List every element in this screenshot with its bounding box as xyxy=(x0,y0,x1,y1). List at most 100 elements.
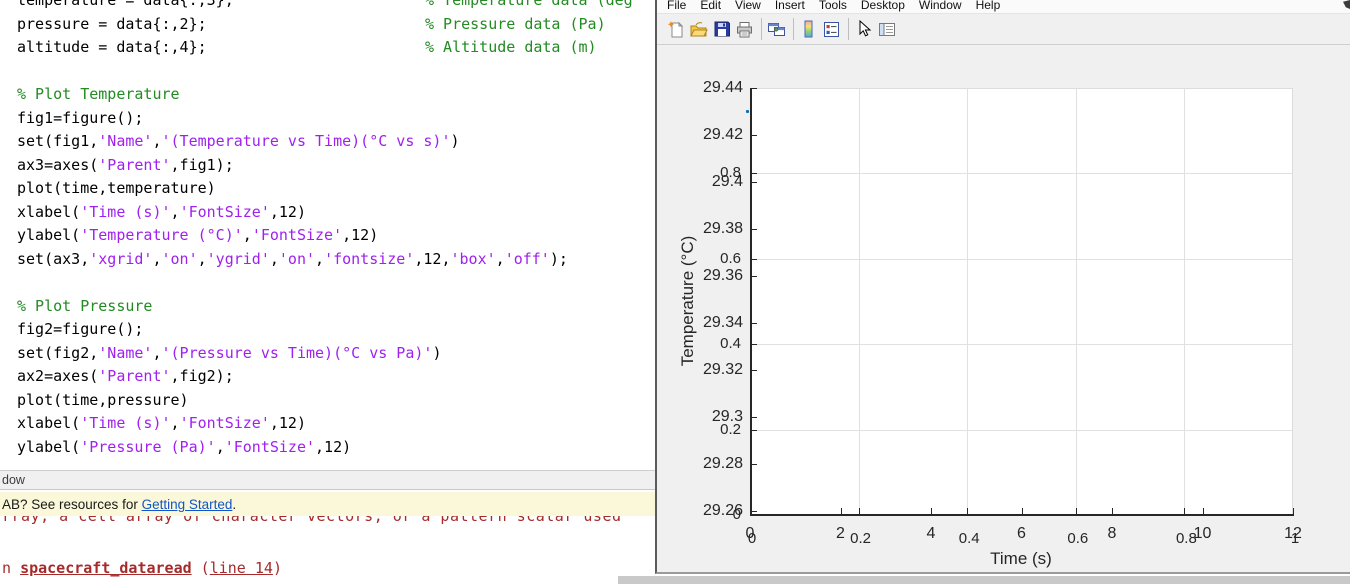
y-tickmark xyxy=(751,511,757,512)
code-token: temperature = data{:,3}; xyxy=(17,0,234,9)
gridline-horizontal xyxy=(750,173,1293,174)
code-token: 'Time (s)' xyxy=(80,203,170,221)
code-line: fig2=figure(); xyxy=(17,318,660,342)
code-line: pressure = data{:,2}; % Pressure data (Pa… xyxy=(17,13,660,37)
y-tickmark xyxy=(751,229,757,230)
code-token: , xyxy=(270,250,279,268)
editor-pane[interactable]: temperature = data{:,3}; % Temperature da… xyxy=(0,0,660,471)
code-token: 'FontSize' xyxy=(180,414,270,432)
x-overlay-tickmark xyxy=(967,508,968,514)
error-close-paren: ) xyxy=(273,559,282,577)
code-line: temperature = data{:,3}; % Temperature da… xyxy=(17,0,660,13)
code-token: plot(time,pressure) xyxy=(17,391,189,409)
x-tickmark xyxy=(1022,508,1023,514)
data-point xyxy=(746,110,749,113)
error-line-link[interactable]: line 14 xyxy=(210,559,273,577)
y-tickmark xyxy=(751,417,757,418)
code-token: ,12) xyxy=(315,438,351,456)
code-token: , xyxy=(152,132,161,150)
code-token: ax2=axes( xyxy=(17,367,98,385)
code-token: , xyxy=(216,438,225,456)
code-line: ax3=axes('Parent',fig1); xyxy=(17,154,660,178)
banner-period: . xyxy=(232,497,236,512)
code-comment: % Altitude data (m) xyxy=(425,36,597,60)
error-open-paren: ( xyxy=(192,559,210,577)
y-tickmark xyxy=(751,276,757,277)
code-token: 'Parent' xyxy=(98,156,170,174)
code-token: % Plot Temperature xyxy=(17,85,180,103)
error-prefix: n xyxy=(2,559,20,577)
code-line xyxy=(17,271,660,295)
code-token: set(fig1, xyxy=(17,132,98,150)
command-window-title-fragment: dow xyxy=(2,473,25,487)
error-fragment-text: rray, a cell array of character vectors,… xyxy=(2,516,622,525)
plot-area: Temperature (°C) Time (s) 02468101200.20… xyxy=(657,0,1350,572)
y-overlay-tick-label: 0.8 xyxy=(681,165,741,181)
figure-window: FileEditViewInsertToolsDesktopWindowHelp xyxy=(655,0,1350,574)
y-overlay-tick-label: 0.4 xyxy=(681,336,741,352)
x-overlay-tickmark xyxy=(1184,508,1185,514)
y-tickmark xyxy=(751,370,757,371)
x-overlay-tick-label: 0.8 xyxy=(1164,531,1208,547)
code-token: 'Parent' xyxy=(98,367,170,385)
code-token: ); xyxy=(550,250,568,268)
code-comment: % Temperature data (deg xyxy=(425,0,633,13)
code-token: 'Pressure (Pa)' xyxy=(80,438,215,456)
code-token: , xyxy=(198,250,207,268)
gridline-horizontal xyxy=(750,344,1293,345)
code-line: % Plot Temperature xyxy=(17,83,660,107)
code-token: 'FontSize' xyxy=(180,203,270,221)
code-token: altitude = data{:,4}; xyxy=(17,38,207,56)
gridline-vertical xyxy=(859,88,860,515)
x-axis-line xyxy=(750,514,1294,516)
x-overlay-tick-label: 1 xyxy=(1273,531,1317,547)
code-line: set(fig2,'Name','(Pressure vs Time)(°C v… xyxy=(17,342,660,366)
y-tick-label: 29.28 xyxy=(683,456,743,472)
code-token: , xyxy=(171,414,180,432)
code-token: ,12) xyxy=(270,414,306,432)
x-overlay-tickmark xyxy=(1293,508,1294,514)
y-tick-label: 29.44 xyxy=(683,80,743,96)
error-function-link[interactable]: spacecraft_dataread xyxy=(20,559,192,577)
axes-box xyxy=(750,88,1293,515)
y-axis-line xyxy=(750,88,752,516)
gridline-vertical xyxy=(1184,88,1185,515)
command-window-banner: AB? See resources for Getting Started. xyxy=(0,492,660,516)
getting-started-link[interactable]: Getting Started xyxy=(142,497,233,512)
code-token: ) xyxy=(432,344,441,362)
gridline-horizontal xyxy=(750,259,1293,260)
matlab-desktop: temperature = data{:,3}; % Temperature da… xyxy=(0,0,1350,584)
code-token: pressure = data{:,2}; xyxy=(17,15,207,33)
code-line: ax2=axes('Parent',fig2); xyxy=(17,365,660,389)
code-token: , xyxy=(243,226,252,244)
code-token: ,12, xyxy=(414,250,450,268)
code-token: , xyxy=(315,250,324,268)
x-tickmark xyxy=(841,508,842,514)
y-overlay-tickmark xyxy=(751,515,757,516)
code-line: xlabel('Time (s)','FontSize',12) xyxy=(17,201,660,225)
code-token: , xyxy=(171,203,180,221)
y-overlay-tickmark xyxy=(751,173,757,174)
x-overlay-tick-label: 0.4 xyxy=(947,531,991,547)
command-window-header[interactable]: dow xyxy=(0,470,660,490)
code-token: 'box' xyxy=(451,250,496,268)
code-token: 'off' xyxy=(505,250,550,268)
x-overlay-tickmark xyxy=(859,508,860,514)
code-line xyxy=(17,60,660,84)
code-token: 'Temperature (°C)' xyxy=(80,226,243,244)
x-tickmark xyxy=(931,508,932,514)
y-tickmark xyxy=(751,182,757,183)
taskbar-strip xyxy=(618,576,1350,584)
code-token: , xyxy=(152,250,161,268)
y-tickmark xyxy=(751,464,757,465)
y-tickmark xyxy=(751,135,757,136)
x-tickmark xyxy=(1112,508,1113,514)
code-token: 'FontSize' xyxy=(252,226,342,244)
y-tick-label: 29.34 xyxy=(683,315,743,331)
code-token: 'Name' xyxy=(98,132,152,150)
code-comment: % Pressure data (Pa) xyxy=(425,13,606,37)
banner-text: AB? See resources for xyxy=(2,497,142,512)
code-token: , xyxy=(152,344,161,362)
y-overlay-tickmark xyxy=(751,430,757,431)
gridline-vertical xyxy=(1076,88,1077,515)
